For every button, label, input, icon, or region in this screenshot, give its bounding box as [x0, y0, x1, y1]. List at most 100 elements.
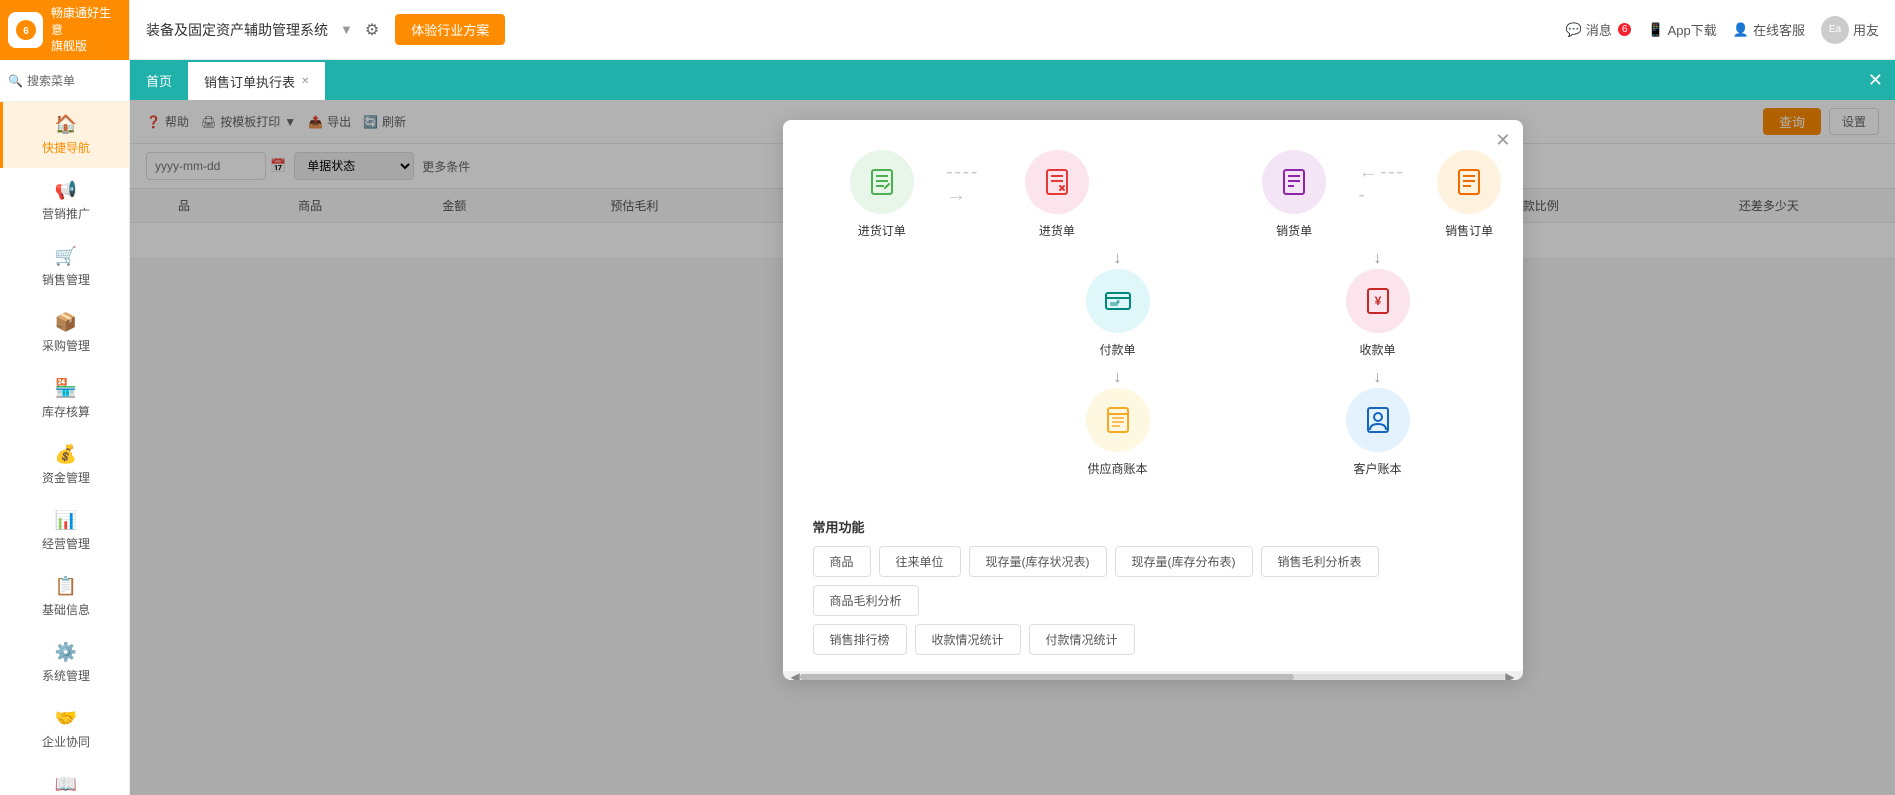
payment-down-arrow: ↓ [1053, 370, 1183, 386]
func-btn-sales-ranking[interactable]: 销售排行榜 [813, 624, 907, 655]
purchase-order-icon [850, 150, 914, 214]
flow-bottom-row: 供应商账本 客户账本 [1053, 388, 1443, 477]
message-button[interactable]: 💬 消息 6 [1566, 20, 1632, 39]
scroll-left-arrow[interactable]: ◀ [791, 670, 800, 680]
sales-icon: 🛒 [55, 246, 77, 267]
sidebar-item-quick-nav[interactable]: 🏠 快捷导航 [0, 102, 129, 168]
sidebar-item-inventory[interactable]: 🏪 库存核算 [0, 366, 129, 432]
purchase-bill-label: 进货单 [1039, 222, 1075, 239]
settings-icon[interactable]: ⚙ [365, 20, 379, 40]
basic-info-icon: 📋 [55, 576, 77, 597]
search-menu-button[interactable]: 🔍 搜索菜单 [8, 68, 121, 93]
sales-order-icon [1437, 150, 1501, 214]
purchase-bill-node: 进货单 [998, 150, 1117, 239]
receipt-bill-label: 收款单 [1359, 341, 1395, 358]
func-btn-receipt-stats[interactable]: 收款情况统计 [915, 624, 1021, 655]
finance-icon: 💰 [55, 444, 77, 465]
close-window-button[interactable]: ✕ [1856, 70, 1895, 91]
receipt-bill-node: ¥ 收款单 [1313, 269, 1443, 358]
func-btn-payment-stats[interactable]: 付款情况统计 [1029, 624, 1135, 655]
online-service-button[interactable]: 👤 在线客服 [1733, 20, 1805, 39]
customer-ledger-node: 客户账本 [1313, 388, 1443, 477]
arrow-purchase-to-bill: - - - - → [946, 161, 992, 229]
sales-bill-label: 销货单 [1276, 222, 1312, 239]
service-icon: 👤 [1733, 22, 1749, 38]
dropdown-arrow-icon[interactable]: ▼ [340, 22, 353, 37]
message-icon: 💬 [1566, 22, 1582, 38]
common-functions: 常用功能 商品 往来单位 现存量(库存状况表) 现存量(库存分布表) 销售毛利分… [783, 507, 1523, 671]
scroll-track[interactable] [800, 674, 1506, 680]
sidebar-item-finance[interactable]: 💰 资金管理 [0, 432, 129, 498]
payment-bill-icon: ¥ [1086, 269, 1150, 333]
sidebar-item-marketing[interactable]: 📢 营销推广 [0, 168, 129, 234]
flow-middle-row: ¥ 付款单 ¥ 收款单 [1053, 269, 1443, 358]
svg-text:6: 6 [23, 26, 29, 37]
message-badge: 6 [1618, 23, 1632, 36]
topbar-right: 💬 消息 6 📱 App下载 👤 在线客服 Ea 用友 [1566, 16, 1879, 44]
sidebar-item-collab[interactable]: 🤝 企业协同 [0, 696, 129, 762]
scroll-thumb[interactable] [800, 674, 1294, 680]
sidebar-item-purchase[interactable]: 📦 采购管理 [0, 300, 129, 366]
func-buttons-row-2: 销售排行榜 收款情况统计 付款情况统计 [813, 624, 1493, 655]
search-icon: 🔍 [8, 74, 23, 88]
home-icon: 🏠 [55, 114, 77, 135]
flow-middle-arrows: ↓ ↓ [823, 249, 1483, 269]
marketing-icon: 📢 [55, 180, 77, 201]
tab-sales-order-exec[interactable]: 销售订单执行表 ✕ [188, 60, 325, 100]
func-btn-goods-margin[interactable]: 商品毛利分析 [813, 585, 919, 616]
func-btn-goods[interactable]: 商品 [813, 546, 871, 577]
main-content: 装备及固定资产辅助管理系统 ▼ ⚙ 体验行业方案 💬 消息 6 📱 App下载 … [130, 0, 1895, 795]
sales-bill-node: 销货单 [1235, 150, 1354, 239]
purchase-bill-icon [1025, 150, 1089, 214]
logo-text: 畅康通好生意 旗舰版 [51, 5, 121, 55]
func-buttons-row-1: 商品 往来单位 现存量(库存状况表) 现存量(库存分布表) 销售毛利分析表 商品… [813, 546, 1493, 616]
inventory-icon: 🏪 [55, 378, 77, 399]
app-download-button[interactable]: 📱 App下载 [1647, 20, 1716, 39]
func-btn-stock-dist[interactable]: 现存量(库存分布表) [1115, 546, 1253, 577]
receipt-down-arrow: ↓ [1313, 370, 1443, 386]
purchase-bill-down-arrow: ↓ [1053, 251, 1183, 267]
sales-order-node: 销售订单 [1410, 150, 1523, 239]
sidebar-item-operation[interactable]: 📊 经营管理 [0, 498, 129, 564]
func-btn-counterparty[interactable]: 往来单位 [879, 546, 961, 577]
tab-close-icon[interactable]: ✕ [301, 76, 309, 87]
func-btn-stock-status[interactable]: 现存量(库存状况表) [969, 546, 1107, 577]
user-menu[interactable]: Ea 用友 [1821, 16, 1879, 44]
customer-ledger-label: 客户账本 [1353, 460, 1401, 477]
supplier-ledger-label: 供应商账本 [1087, 460, 1147, 477]
sidebar-item-sales[interactable]: 🛒 销售管理 [0, 234, 129, 300]
sidebar-item-basic-info[interactable]: 📋 基础信息 [0, 564, 129, 630]
user-avatar: Ea [1821, 16, 1849, 44]
modal-close-button[interactable]: ✕ [1495, 130, 1510, 151]
supplier-ledger-icon [1086, 388, 1150, 452]
sidebar-item-system[interactable]: ⚙️ 系统管理 [0, 630, 129, 696]
operation-icon: 📊 [55, 510, 77, 531]
sales-bill-down-arrow: ↓ [1313, 251, 1443, 267]
sidebar-search[interactable]: 🔍 搜索菜单 [0, 60, 129, 102]
func-btn-sales-margin[interactable]: 销售毛利分析表 [1261, 546, 1379, 577]
svg-text:¥: ¥ [1374, 294, 1381, 308]
common-func-title: 常用功能 [813, 517, 1493, 536]
topbar: 装备及固定资产辅助管理系统 ▼ ⚙ 体验行业方案 💬 消息 6 📱 App下载 … [130, 0, 1895, 60]
sidebar-logo: 6 畅康通好生意 旗舰版 [0, 0, 129, 60]
flow-top-row: 进货订单 - - - - → 进货单 [823, 150, 1523, 239]
scroll-right-arrow[interactable]: ▶ [1505, 670, 1514, 680]
guide-icon: 📖 [55, 774, 77, 795]
sidebar-item-guide[interactable]: 📖 新手引导 [0, 762, 129, 795]
arrow-sales-order-to-bill: ← - - - - [1358, 161, 1404, 229]
svg-text:¥: ¥ [1116, 300, 1120, 306]
tab-home[interactable]: 首页 [130, 60, 188, 100]
modal-scrollbar[interactable]: ◀ ▶ [783, 671, 1523, 680]
try-industry-button[interactable]: 体验行业方案 [395, 14, 505, 45]
flow-diagram: 进货订单 - - - - → 进货单 [783, 120, 1523, 507]
sidebar: 6 畅康通好生意 旗舰版 🔍 搜索菜单 🏠 快捷导航 📢 营销推广 � [0, 0, 130, 795]
payment-bill-label: 付款单 [1099, 341, 1135, 358]
system-icon: ⚙️ [55, 642, 77, 663]
supplier-ledger-node: 供应商账本 [1053, 388, 1183, 477]
modal-overlay[interactable]: ✕ 进货订单 - [130, 100, 1895, 795]
customer-ledger-icon [1346, 388, 1410, 452]
receipt-bill-icon: ¥ [1346, 269, 1410, 333]
sidebar-nav: 🏠 快捷导航 📢 营销推广 🛒 销售管理 📦 采购管理 🏪 库存核算 💰 [0, 102, 129, 795]
logo-icon: 6 [8, 12, 43, 48]
sales-bill-icon [1262, 150, 1326, 214]
